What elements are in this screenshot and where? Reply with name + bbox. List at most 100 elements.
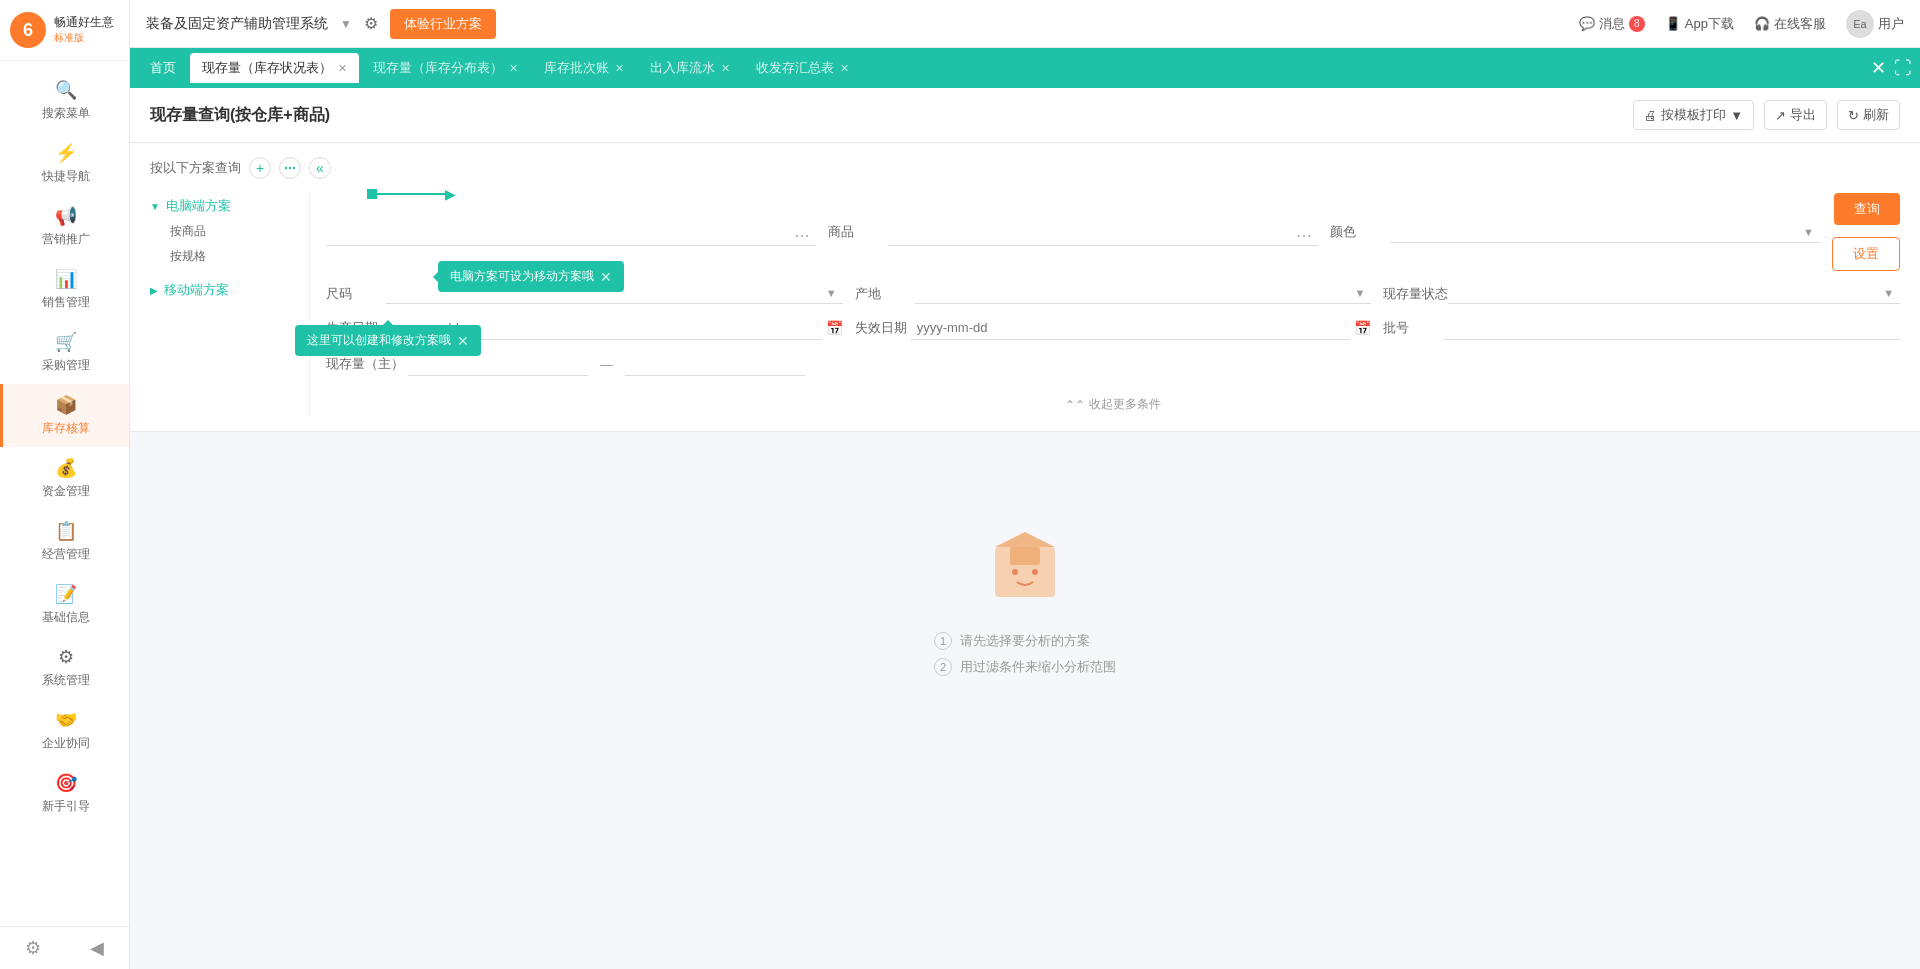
svg-point-2 xyxy=(293,167,295,169)
operations-icon: 📋 xyxy=(55,520,77,542)
print-btn[interactable]: 🖨 按模板打印 ▼ xyxy=(1633,100,1754,130)
scheme-item-goods[interactable]: 按商品 xyxy=(150,219,297,244)
online-support-item[interactable]: 🎧 在线客服 xyxy=(1754,15,1826,33)
print-dropdown-icon: ▼ xyxy=(1730,108,1743,123)
sidebar-item-purchase[interactable]: 🛒 采购管理 xyxy=(0,321,129,384)
empty-state: 1 请先选择要分析的方案 2 用过滤条件来缩小分析范围 xyxy=(130,432,1920,764)
sidebar-item-system[interactable]: ⚙ 系统管理 xyxy=(0,636,129,699)
scheme-group-mobile-header[interactable]: ▶ 移动端方案 xyxy=(150,277,297,303)
page-header: 现存量查询(按仓库+商品) 🖨 按模板打印 ▼ ↗ 导出 ↻ 刷新 xyxy=(130,88,1920,143)
goods-select[interactable]: … xyxy=(888,219,1318,246)
finance-icon: 💰 xyxy=(55,457,77,479)
main-area: 装备及固定资产辅助管理系统 ▼ ⚙ 体验行业方案 💬 消息 8 📱 App下载 … xyxy=(130,0,1920,969)
scheme-group-desktop-header[interactable]: ▼ 电脑端方案 xyxy=(150,193,297,219)
stock-main-input-max[interactable] xyxy=(625,352,805,376)
tabs-maximize-icon[interactable]: ⛶ xyxy=(1894,58,1912,79)
mobile-scheme-label: 移动端方案 xyxy=(164,281,229,299)
scheme-group-desktop: ▼ 电脑端方案 按商品 按规格 xyxy=(150,193,297,269)
sidebar-item-finance[interactable]: 💰 资金管理 xyxy=(0,447,129,510)
add-scheme-btn[interactable]: + xyxy=(249,157,271,179)
sidebar-item-label: 企业协同 xyxy=(42,735,90,752)
tab-close-icon[interactable]: ✕ xyxy=(721,62,730,75)
filter-header: 按以下方案查询 + « xyxy=(150,157,1900,179)
warehouse-select[interactable]: … xyxy=(326,219,816,246)
sidebar-item-collab[interactable]: 🤝 企业协同 xyxy=(0,699,129,762)
color-field: 颜色 ▼ xyxy=(1330,222,1820,243)
export-icon: ↗ xyxy=(1775,108,1786,123)
headset-icon: 🎧 xyxy=(1754,16,1770,31)
sales-icon: 📊 xyxy=(55,268,77,290)
export-btn[interactable]: ↗ 导出 xyxy=(1764,100,1827,130)
goods-more-icon[interactable]: … xyxy=(1296,223,1312,241)
sidebar-item-label: 搜索菜单 xyxy=(42,105,90,122)
sidebar-item-guide[interactable]: 🎯 新手引导 xyxy=(0,762,129,825)
stock-status-select[interactable]: ▼ xyxy=(1448,283,1900,304)
stock-status-dropdown-icon: ▼ xyxy=(1883,287,1894,299)
scheme-item-spec[interactable]: 按规格 xyxy=(150,244,297,269)
tabs-actions: ✕ ⛶ xyxy=(1871,57,1912,79)
logo-text: 畅通好生意 标准版 xyxy=(54,15,114,45)
production-date-calendar-icon[interactable]: 📅 xyxy=(826,320,843,336)
messages-item[interactable]: 💬 消息 8 xyxy=(1579,15,1645,33)
tabs-minimize-icon[interactable]: ✕ xyxy=(1871,57,1886,79)
tab-batch[interactable]: 库存批次账 ✕ xyxy=(532,53,636,83)
color-select[interactable]: ▼ xyxy=(1390,222,1820,243)
sidebar-item-inventory[interactable]: 📦 库存核算 xyxy=(0,384,129,447)
sidebar-item-marketing[interactable]: 📢 营销推广 xyxy=(0,195,129,258)
trial-btn[interactable]: 体验行业方案 xyxy=(390,9,496,39)
expiry-date-calendar-icon[interactable]: 📅 xyxy=(1354,320,1371,336)
tabs-bar: 首页 现存量（库存状况表） ✕ 现存量（库存分布表） ✕ 库存批次账 ✕ 出入库… xyxy=(130,48,1920,88)
app-download-item[interactable]: 📱 App下载 xyxy=(1665,15,1734,33)
origin-select[interactable]: ▼ xyxy=(915,283,1372,304)
expiry-date-input[interactable] xyxy=(911,316,1351,340)
sidebar-item-search[interactable]: 🔍 搜索菜单 xyxy=(0,69,129,132)
warehouse-more-icon[interactable]: … xyxy=(794,223,810,241)
tab-label: 现存量（库存状况表） xyxy=(202,59,332,77)
edit-scheme-btn[interactable] xyxy=(279,157,301,179)
filter-row-3: 生产日期 📅 失效日期 📅 批号 xyxy=(326,316,1900,340)
warehouse-field: … xyxy=(326,219,816,246)
scheme-list-panel: ▼ 电脑端方案 按商品 按规格 ▶ 移动端方案 xyxy=(150,193,310,417)
tab-label: 收发存汇总表 xyxy=(756,59,834,77)
tooltip1-close[interactable]: ✕ xyxy=(600,269,612,285)
tooltip2-close[interactable]: ✕ xyxy=(457,333,469,349)
batch-no-field: 批号 xyxy=(1383,316,1900,340)
user-item[interactable]: Ea 用户 xyxy=(1846,10,1904,38)
step-num-1: 1 xyxy=(934,632,952,650)
size-label: 尺码 xyxy=(326,285,386,303)
reset-btn[interactable]: 设置 xyxy=(1832,237,1900,271)
tab-flow[interactable]: 出入库流水 ✕ xyxy=(638,53,742,83)
sidebar-item-operations[interactable]: 📋 经营管理 xyxy=(0,510,129,573)
batch-no-input[interactable] xyxy=(1443,316,1900,340)
filter-row-4: 现存量（主） — xyxy=(326,352,1900,376)
sidebar-item-label: 系统管理 xyxy=(42,672,90,689)
avatar: Ea xyxy=(1846,10,1874,38)
svg-point-6 xyxy=(1012,569,1018,575)
sidebar-item-quicknav[interactable]: ⚡ 快捷导航 xyxy=(0,132,129,195)
tab-close-icon[interactable]: ✕ xyxy=(509,62,518,75)
tab-stock-dist[interactable]: 现存量（库存分布表） ✕ xyxy=(361,53,530,83)
refresh-btn[interactable]: ↻ 刷新 xyxy=(1837,100,1900,130)
basics-icon: 📝 xyxy=(55,583,77,605)
system-dropdown-icon[interactable]: ▼ xyxy=(340,17,352,31)
tab-home[interactable]: 首页 xyxy=(138,53,188,83)
back-scheme-btn[interactable]: « xyxy=(309,157,331,179)
settings-bottom-icon[interactable]: ⚙ xyxy=(25,937,41,959)
sidebar: 6 畅通好生意 标准版 🔍 搜索菜单 ⚡ 快捷导航 📢 营销推广 📊 销售管理 … xyxy=(0,0,130,969)
sidebar-item-sales[interactable]: 📊 销售管理 xyxy=(0,258,129,321)
tab-stock-status[interactable]: 现存量（库存状况表） ✕ xyxy=(190,53,359,83)
empty-step-1: 1 请先选择要分析的方案 xyxy=(934,632,1116,650)
sidebar-item-basics[interactable]: 📝 基础信息 xyxy=(0,573,129,636)
header-settings-icon[interactable]: ⚙ xyxy=(364,14,378,33)
tab-close-icon[interactable]: ✕ xyxy=(338,62,347,75)
tab-summary[interactable]: 收发存汇总表 ✕ xyxy=(744,53,861,83)
message-icon: 💬 xyxy=(1579,16,1595,31)
search-btn[interactable]: 查询 xyxy=(1834,193,1900,225)
collapse-sidebar-icon[interactable]: ◀ xyxy=(90,937,104,959)
tab-close-icon[interactable]: ✕ xyxy=(615,62,624,75)
tab-label: 库存批次账 xyxy=(544,59,609,77)
tab-close-icon[interactable]: ✕ xyxy=(840,62,849,75)
collapse-btn[interactable]: ⌃⌃ 收起更多条件 xyxy=(1065,396,1161,413)
refresh-icon: ↻ xyxy=(1848,108,1859,123)
svg-point-0 xyxy=(285,167,287,169)
